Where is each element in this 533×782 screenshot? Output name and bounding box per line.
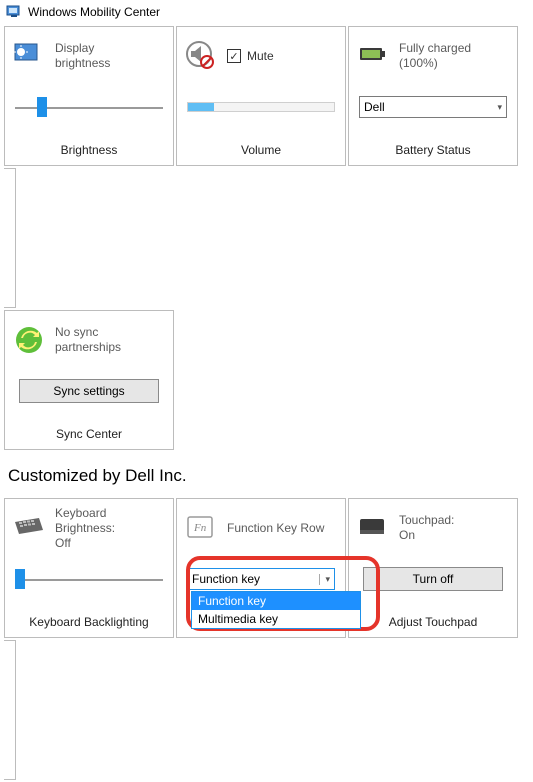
- battery-icon: [357, 40, 389, 72]
- chevron-down-icon: ▾: [319, 574, 330, 585]
- tile-keyboard-backlight: Keyboard Brightness: Off Keyboard Backli…: [4, 498, 174, 638]
- svg-text:Fn: Fn: [193, 522, 207, 534]
- tile-volume: ✓ Mute Volume: [176, 26, 346, 166]
- battery-label: Fully charged (100%): [399, 41, 471, 71]
- touchpad-turnoff-button[interactable]: Turn off: [363, 567, 503, 591]
- fn-key-dropdown[interactable]: Function key Multimedia key: [191, 591, 361, 629]
- fn-option-multimedia[interactable]: Multimedia key: [192, 610, 360, 628]
- power-plan-select[interactable]: Dell ▾: [359, 96, 507, 118]
- brightness-footer: Brightness: [5, 137, 173, 165]
- tiles-row-2: No sync partnerships Sync settings Sync …: [0, 310, 533, 452]
- mobility-center-icon: [6, 4, 22, 20]
- fn-key-select[interactable]: Function key ▾: [187, 568, 335, 590]
- touchpad-footer: Adjust Touchpad: [349, 609, 517, 637]
- tile-function-key: Fn Function Key Row Function key ▾ Funct…: [176, 498, 346, 638]
- brightness-icon: [13, 40, 45, 72]
- tiles-row-3: Keyboard Brightness: Off Keyboard Backli…: [0, 496, 533, 782]
- sync-settings-button[interactable]: Sync settings: [19, 379, 159, 403]
- title-bar: Windows Mobility Center: [0, 0, 533, 24]
- custom-section-title: Customized by Dell Inc.: [0, 452, 533, 496]
- sync-icon: [13, 324, 45, 356]
- fn-key-value: Function key: [192, 572, 260, 586]
- volume-bar[interactable]: [187, 102, 335, 112]
- fn-option-function[interactable]: Function key: [192, 592, 360, 610]
- brightness-label: Display brightness: [55, 41, 110, 71]
- checkbox-checked-icon: ✓: [227, 49, 241, 63]
- sync-label: No sync partnerships: [55, 325, 121, 355]
- keyboard-label: Keyboard Brightness: Off: [55, 506, 115, 551]
- tile-brightness: Display brightness Brightness: [4, 26, 174, 166]
- edge-stub: [4, 168, 16, 308]
- edge-stub: [4, 640, 16, 780]
- chevron-down-icon: ▾: [497, 102, 502, 113]
- tile-touchpad: Touchpad: On Turn off Adjust Touchpad: [348, 498, 518, 638]
- battery-footer: Battery Status: [349, 137, 517, 165]
- keyboard-footer: Keyboard Backlighting: [5, 609, 173, 637]
- tile-sync: No sync partnerships Sync settings Sync …: [4, 310, 174, 450]
- touchpad-label: Touchpad: On: [399, 513, 454, 543]
- tiles-row-1: Display brightness Brightness ✓ Mute Vol…: [0, 24, 533, 310]
- tile-battery: Fully charged (100%) Dell ▾ Battery Stat…: [348, 26, 518, 166]
- window-title: Windows Mobility Center: [28, 5, 160, 19]
- mute-checkbox[interactable]: ✓ Mute: [227, 49, 274, 63]
- speaker-muted-icon: [185, 40, 217, 72]
- fn-label: Function Key Row: [227, 521, 324, 536]
- power-plan-value: Dell: [364, 100, 385, 114]
- mute-label: Mute: [247, 49, 274, 63]
- volume-footer: Volume: [177, 137, 345, 165]
- brightness-slider[interactable]: [15, 95, 163, 119]
- keyboard-brightness-slider[interactable]: [15, 567, 163, 591]
- sync-footer: Sync Center: [5, 421, 173, 449]
